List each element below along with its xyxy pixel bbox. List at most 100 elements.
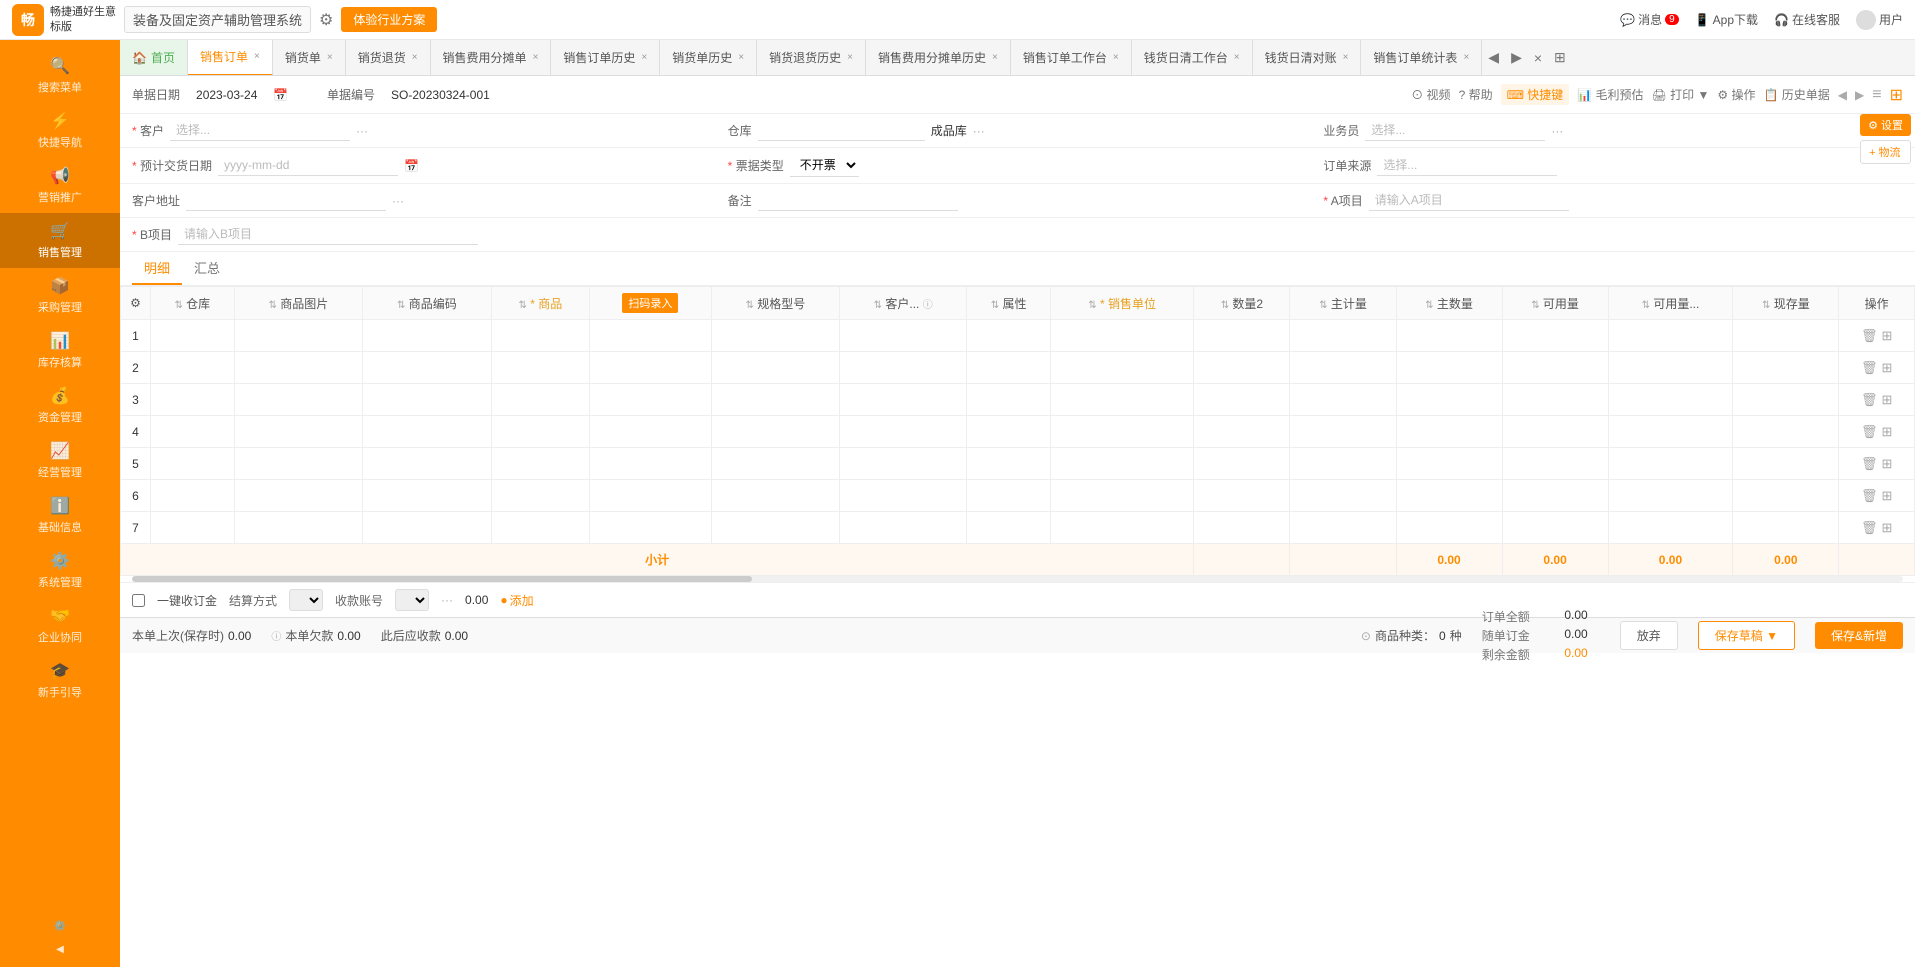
tab-prev-btn[interactable]: ◀ (1482, 49, 1505, 66)
row-1-main-qty[interactable] (1396, 320, 1502, 352)
row-7-unit[interactable] (1050, 512, 1193, 544)
row-4-unit[interactable] (1050, 416, 1193, 448)
row-5-qty2[interactable] (1194, 448, 1290, 480)
delete-icon[interactable]: 🗑 (1861, 520, 1878, 536)
discard-btn[interactable]: 放弃 (1620, 621, 1678, 650)
row-1-qty2[interactable] (1194, 320, 1290, 352)
tab-sales-return-history[interactable]: 销货退货历史 × (757, 40, 866, 76)
th-available2[interactable]: ⇅ 可用量... (1608, 287, 1733, 320)
th-unit[interactable]: ⇅ * 销售单位 (1050, 287, 1193, 320)
row-4-warehouse[interactable] (151, 416, 235, 448)
tab-sales-order-history-close[interactable]: × (641, 52, 647, 63)
payment-method-select[interactable] (289, 589, 323, 611)
copy-icon[interactable]: ⊞ (1881, 456, 1892, 472)
row-1-code[interactable] (363, 320, 491, 352)
app-download-btn[interactable]: 📱 App下载 (1695, 11, 1758, 28)
account-select[interactable] (395, 589, 429, 611)
row-3-qty2[interactable] (1194, 384, 1290, 416)
help-btn[interactable]: ? 帮助 (1459, 86, 1493, 103)
tab-grid-btn[interactable]: ⊞ (1548, 49, 1572, 66)
row-1-unit[interactable] (1050, 320, 1193, 352)
tab-cash-workbench[interactable]: 钱货日清工作台 × (1132, 40, 1253, 76)
row-7-product[interactable] (491, 512, 590, 544)
sidebar-item-quicknav[interactable]: ⚡ 快捷导航 (0, 103, 120, 158)
row-5-warehouse[interactable] (151, 448, 235, 480)
online-service-btn[interactable]: 🎧 在线客服 (1774, 11, 1840, 28)
row-2-attr[interactable] (967, 352, 1051, 384)
tab-sales-receipt-history-close[interactable]: × (738, 52, 744, 63)
tab-sales-report-close[interactable]: × (1463, 52, 1469, 63)
a-project-input[interactable] (1369, 190, 1569, 211)
row-2-code[interactable] (363, 352, 491, 384)
nav-prev-icon[interactable]: ◀ (1838, 88, 1847, 102)
row-3-warehouse[interactable] (151, 384, 235, 416)
sidebar-item-operations[interactable]: 📈 经营管理 (0, 433, 120, 488)
copy-icon[interactable]: ⊞ (1881, 424, 1892, 440)
copy-icon[interactable]: ⊞ (1881, 488, 1892, 504)
row-4-product[interactable] (491, 416, 590, 448)
settings-panel-btn[interactable]: ⚙ 设置 (1860, 114, 1911, 136)
row-2-spec[interactable] (711, 352, 839, 384)
scan-btn[interactable]: 扫码录入 (622, 293, 678, 313)
row-3-attr[interactable] (967, 384, 1051, 416)
tab-sales-expense-history[interactable]: 销售费用分摊单历史 × (866, 40, 1011, 76)
remark-input[interactable] (758, 190, 958, 211)
sidebar-item-system[interactable]: ⚙️ 系统管理 (0, 543, 120, 598)
user-btn[interactable]: 用户 (1856, 10, 1903, 30)
tab-summary[interactable]: 汇总 (182, 252, 232, 285)
tab-sales-report[interactable]: 销售订单统计表 × (1361, 40, 1482, 76)
row-5-unit[interactable] (1050, 448, 1193, 480)
sidebar-item-search[interactable]: 🔍 搜索菜单 (0, 48, 120, 103)
th-main-unit[interactable]: ⇅ 主计量 (1290, 287, 1396, 320)
th-image[interactable]: ⇅ 商品图片 (234, 287, 362, 320)
row-1-attr[interactable] (967, 320, 1051, 352)
th-attr[interactable]: ⇅ 属性 (967, 287, 1051, 320)
logistics-btn[interactable]: + 物流 (1860, 140, 1911, 164)
delivery-calendar-icon[interactable]: 📅 (404, 159, 419, 173)
row-4-main-qty[interactable] (1396, 416, 1502, 448)
row-2-customer-code[interactable] (840, 352, 967, 384)
address-more-btn[interactable]: ··· (392, 194, 404, 208)
tab-next-btn[interactable]: ▶ (1505, 49, 1528, 66)
sidebar-item-purchase[interactable]: 📦 采购管理 (0, 268, 120, 323)
row-7-qty2[interactable] (1194, 512, 1290, 544)
row-6-main-qty[interactable] (1396, 480, 1502, 512)
delete-icon[interactable]: 🗑 (1861, 424, 1878, 440)
copy-icon[interactable]: ⊞ (1881, 328, 1892, 344)
row-7-code[interactable] (363, 512, 491, 544)
delete-icon[interactable]: 🗑 (1861, 488, 1878, 504)
th-product[interactable]: ⇅ * 商品 (491, 287, 590, 320)
th-warehouse[interactable]: ⇅ 仓库 (151, 287, 235, 320)
row-6-customer-code[interactable] (840, 480, 967, 512)
row-5-spec[interactable] (711, 448, 839, 480)
row-3-main-qty[interactable] (1396, 384, 1502, 416)
delivery-date-input[interactable] (218, 155, 398, 176)
row-2-unit[interactable] (1050, 352, 1193, 384)
row-4-spec[interactable] (711, 416, 839, 448)
view-btn[interactable]: ⊙ 视频 (1411, 86, 1450, 103)
tab-sales-expense-history-close[interactable]: × (992, 52, 998, 63)
sidebar-item-collab[interactable]: 🤝 企业协同 (0, 598, 120, 653)
delete-icon[interactable]: 🗑 (1861, 456, 1878, 472)
settings-icon[interactable]: ⚙ (319, 10, 333, 30)
sidebar-item-inventory[interactable]: 📊 库存核算 (0, 323, 120, 378)
row-7-warehouse[interactable] (151, 512, 235, 544)
tab-cash-workbench-close[interactable]: × (1234, 52, 1240, 63)
tab-sales-receipt-close[interactable]: × (327, 52, 333, 63)
tab-sales-return[interactable]: 销货退货 × (346, 40, 431, 76)
row-5-product[interactable] (491, 448, 590, 480)
salesperson-more-btn[interactable]: ··· (1551, 124, 1563, 138)
row-5-main-qty[interactable] (1396, 448, 1502, 480)
th-customer-code[interactable]: ⇅ 客户... ⓘ (840, 287, 967, 320)
one-click-checkbox[interactable] (132, 594, 145, 607)
sidebar-item-guide[interactable]: 🎓 新手引导 (0, 653, 120, 708)
salesperson-input[interactable] (1365, 120, 1545, 141)
row-5-customer-code[interactable] (840, 448, 967, 480)
row-6-warehouse[interactable] (151, 480, 235, 512)
row-2-product[interactable] (491, 352, 590, 384)
row-7-attr[interactable] (967, 512, 1051, 544)
tab-home[interactable]: 🏠 首页 (120, 40, 188, 76)
tab-more-btn[interactable]: × (1528, 50, 1548, 66)
customer-more-btn[interactable]: ··· (356, 124, 368, 138)
system-title[interactable]: 装备及固定资产辅助管理系统 (124, 6, 311, 33)
